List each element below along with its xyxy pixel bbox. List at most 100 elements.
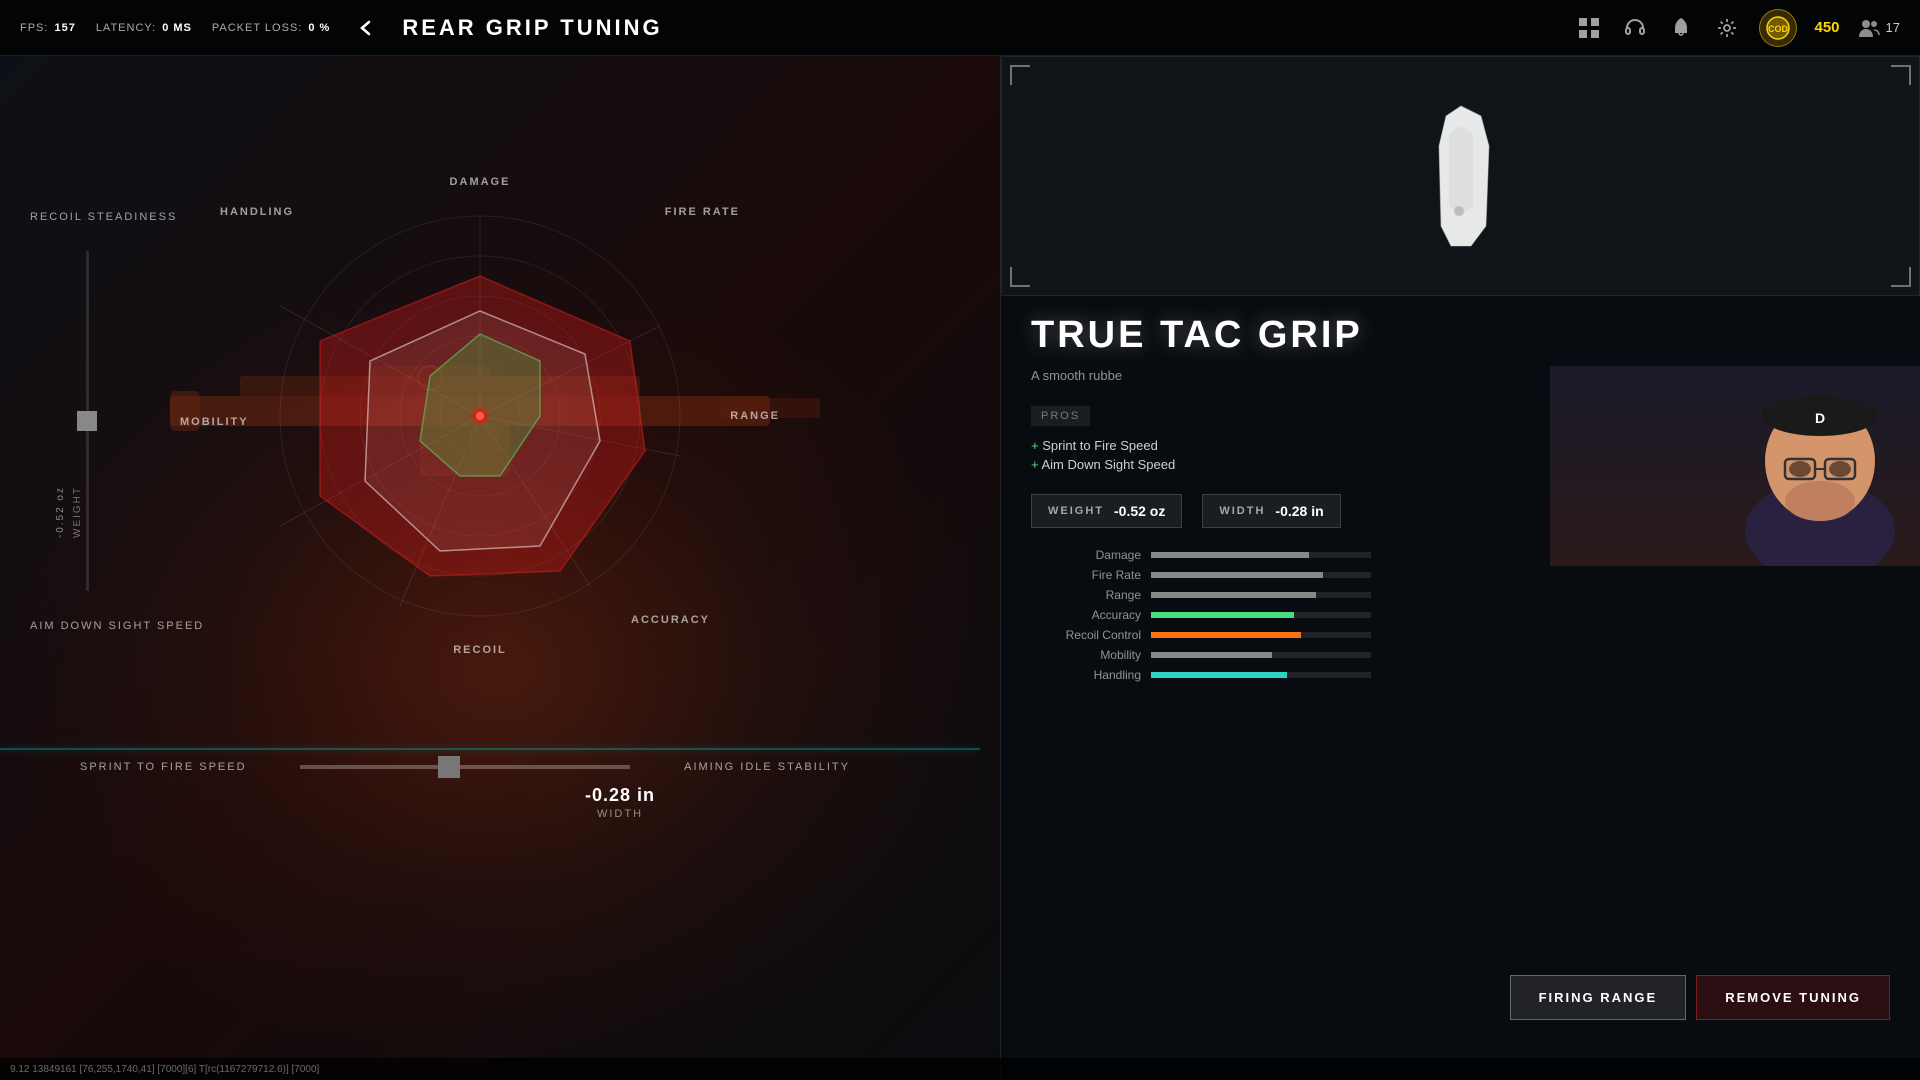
radar-firerate-label: FIRE RATE	[665, 206, 740, 218]
radar-handling-label: HANDLING	[220, 206, 294, 218]
webcam-feed: D	[1550, 366, 1920, 566]
slider-value-unit: WIDTH	[280, 808, 960, 820]
main-content: RECOIL STEADINESS -0.52 oz WEIGHT AIM DO…	[0, 56, 1000, 1080]
stat-bar-track	[1151, 552, 1371, 558]
svg-text:D: D	[1815, 410, 1825, 426]
slider-bg	[300, 765, 630, 769]
stat-bar-fill	[1151, 592, 1316, 598]
latency-stat: LATENCY: 0 MS	[96, 22, 192, 34]
width-slider-track	[300, 765, 630, 769]
stat-bar-label: Damage	[1031, 548, 1141, 562]
weight-tuning-value: -0.52 oz	[1114, 503, 1165, 519]
packet-loss-label: PACKET LOSS:	[212, 22, 302, 34]
stat-bar-label: Accuracy	[1031, 608, 1141, 622]
latency-value: 0 MS	[162, 22, 192, 34]
width-tuning-value: -0.28 in	[1275, 503, 1323, 519]
top-bar: FPS: 157 LATENCY: 0 MS PACKET LOSS: 0 % …	[0, 0, 1920, 56]
packet-loss-value: 0 %	[308, 22, 330, 34]
stat-bar-row: Mobility	[1031, 648, 1890, 662]
streamer-silhouette: D	[1730, 371, 1910, 566]
slider-value-display: -0.28 in WIDTH	[280, 785, 960, 820]
bottom-sliders: SPRINT TO FIRE SPEED AIMING IDLE STABILI…	[80, 761, 960, 820]
corner-br	[1891, 267, 1911, 287]
firing-range-button[interactable]: FIRING RANGE	[1510, 975, 1687, 1020]
stat-bar-label: Recoil Control	[1031, 628, 1141, 642]
width-tuning-badge: WIDTH -0.28 in	[1202, 494, 1340, 528]
currency-amount: 450	[1815, 19, 1840, 36]
debug-bar: 9.12 13849161 [76,255,1740,41] [7000][6]…	[0, 1058, 1920, 1080]
page-title: REAR GRIP TUNING	[402, 15, 662, 41]
stat-bar-fill	[1151, 632, 1301, 638]
stat-bar-row: Handling	[1031, 668, 1890, 682]
packet-loss-stat: PACKET LOSS: 0 %	[212, 22, 330, 34]
weight-value-display: -0.52 oz	[55, 486, 66, 538]
top-bar-right: COD 450 17	[1575, 9, 1901, 47]
streamer-overlay: D	[1550, 366, 1920, 566]
latency-label: LATENCY:	[96, 22, 156, 34]
bell-icon[interactable]	[1667, 14, 1695, 42]
stat-bar-fill	[1151, 652, 1272, 658]
weight-label-text: WEIGHT	[72, 486, 83, 538]
fps-stat: FPS: 157	[20, 22, 76, 34]
section-divider	[0, 748, 980, 750]
right-panel: D TRUE TAC GRIP A smooth rubbe PROS Spri…	[1000, 56, 1920, 1080]
stat-bar-row: Recoil Control	[1031, 628, 1890, 642]
grid-icon[interactable]	[1575, 14, 1603, 42]
item-image-area	[1001, 56, 1920, 296]
width-slider-thumb[interactable]	[438, 756, 460, 778]
width-tuning-label: WIDTH	[1219, 505, 1265, 517]
svg-text:COD: COD	[1768, 24, 1789, 34]
friends-section: 17	[1858, 17, 1900, 39]
stat-bar-track	[1151, 592, 1371, 598]
weight-vertical-label: -0.52 oz	[55, 486, 66, 538]
stat-bar-label: Range	[1031, 588, 1141, 602]
headphone-icon[interactable]	[1621, 14, 1649, 42]
stats-section: Damage Fire Rate Range Accuracy Recoil Contr…	[1031, 548, 1890, 682]
stat-bar-fill	[1151, 552, 1309, 558]
top-bar-left: FPS: 157 LATENCY: 0 MS PACKET LOSS: 0 % …	[20, 12, 663, 44]
stat-bar-fill	[1151, 572, 1323, 578]
stat-bar-track	[1151, 672, 1371, 678]
radar-recoil-label: RECOIL	[453, 644, 507, 656]
corner-tl	[1010, 65, 1030, 85]
weight-label-vertical: WEIGHT	[72, 486, 83, 538]
settings-icon[interactable]	[1713, 14, 1741, 42]
fps-value: 157	[54, 22, 75, 34]
stat-bar-track	[1151, 652, 1371, 658]
stat-bar-row: Fire Rate	[1031, 568, 1890, 582]
recoil-steadiness-label: RECOIL STEADINESS	[30, 211, 177, 223]
weight-slider-thumb[interactable]	[77, 411, 97, 431]
action-buttons: FIRING RANGE REMOVE TUNING	[1510, 975, 1890, 1020]
weight-slider-track	[86, 251, 89, 591]
item-name: TRUE TAC GRIP	[1031, 316, 1890, 354]
slider-row: SPRINT TO FIRE SPEED AIMING IDLE STABILI…	[80, 761, 960, 773]
back-button[interactable]	[350, 12, 382, 44]
stat-bar-row: Range	[1031, 588, 1890, 602]
radar-range-label: RANGE	[730, 410, 780, 422]
radar-accuracy-label: ACCURACY	[631, 614, 710, 626]
corner-bl	[1010, 267, 1030, 287]
friends-value: 17	[1886, 20, 1900, 35]
stat-bar-track	[1151, 632, 1371, 638]
stat-bar-row: Accuracy	[1031, 608, 1890, 622]
aim-down-sight-label: AIM DOWN SIGHT SPEED	[30, 620, 204, 632]
stat-bar-fill	[1151, 672, 1287, 678]
corner-tr	[1891, 65, 1911, 85]
weight-tuning-badge: WEIGHT -0.52 oz	[1031, 494, 1182, 528]
stat-bar-track	[1151, 572, 1371, 578]
remove-tuning-button[interactable]: REMOVE TUNING	[1696, 975, 1890, 1020]
grip-svg-icon	[1401, 96, 1521, 256]
radar-mobility-label: MOBILITY	[180, 416, 249, 428]
aiming-idle-label: AIMING IDLE STABILITY	[650, 761, 850, 773]
weight-slider-container	[86, 251, 89, 591]
radar-chart: DAMAGE FIRE RATE RANGE ACCURACY RECOIL M…	[200, 186, 760, 646]
stat-bar-label: Mobility	[1031, 648, 1141, 662]
weight-tuning-label: WEIGHT	[1048, 505, 1104, 517]
stat-bar-fill	[1151, 612, 1294, 618]
recoil-steadiness-section: RECOIL STEADINESS	[30, 211, 177, 223]
currency-icon: COD	[1759, 9, 1797, 47]
stat-bar-track	[1151, 612, 1371, 618]
stat-bar-label: Handling	[1031, 668, 1141, 682]
stat-bar-label: Fire Rate	[1031, 568, 1141, 582]
aim-down-sight-section: AIM DOWN SIGHT SPEED	[30, 620, 204, 632]
